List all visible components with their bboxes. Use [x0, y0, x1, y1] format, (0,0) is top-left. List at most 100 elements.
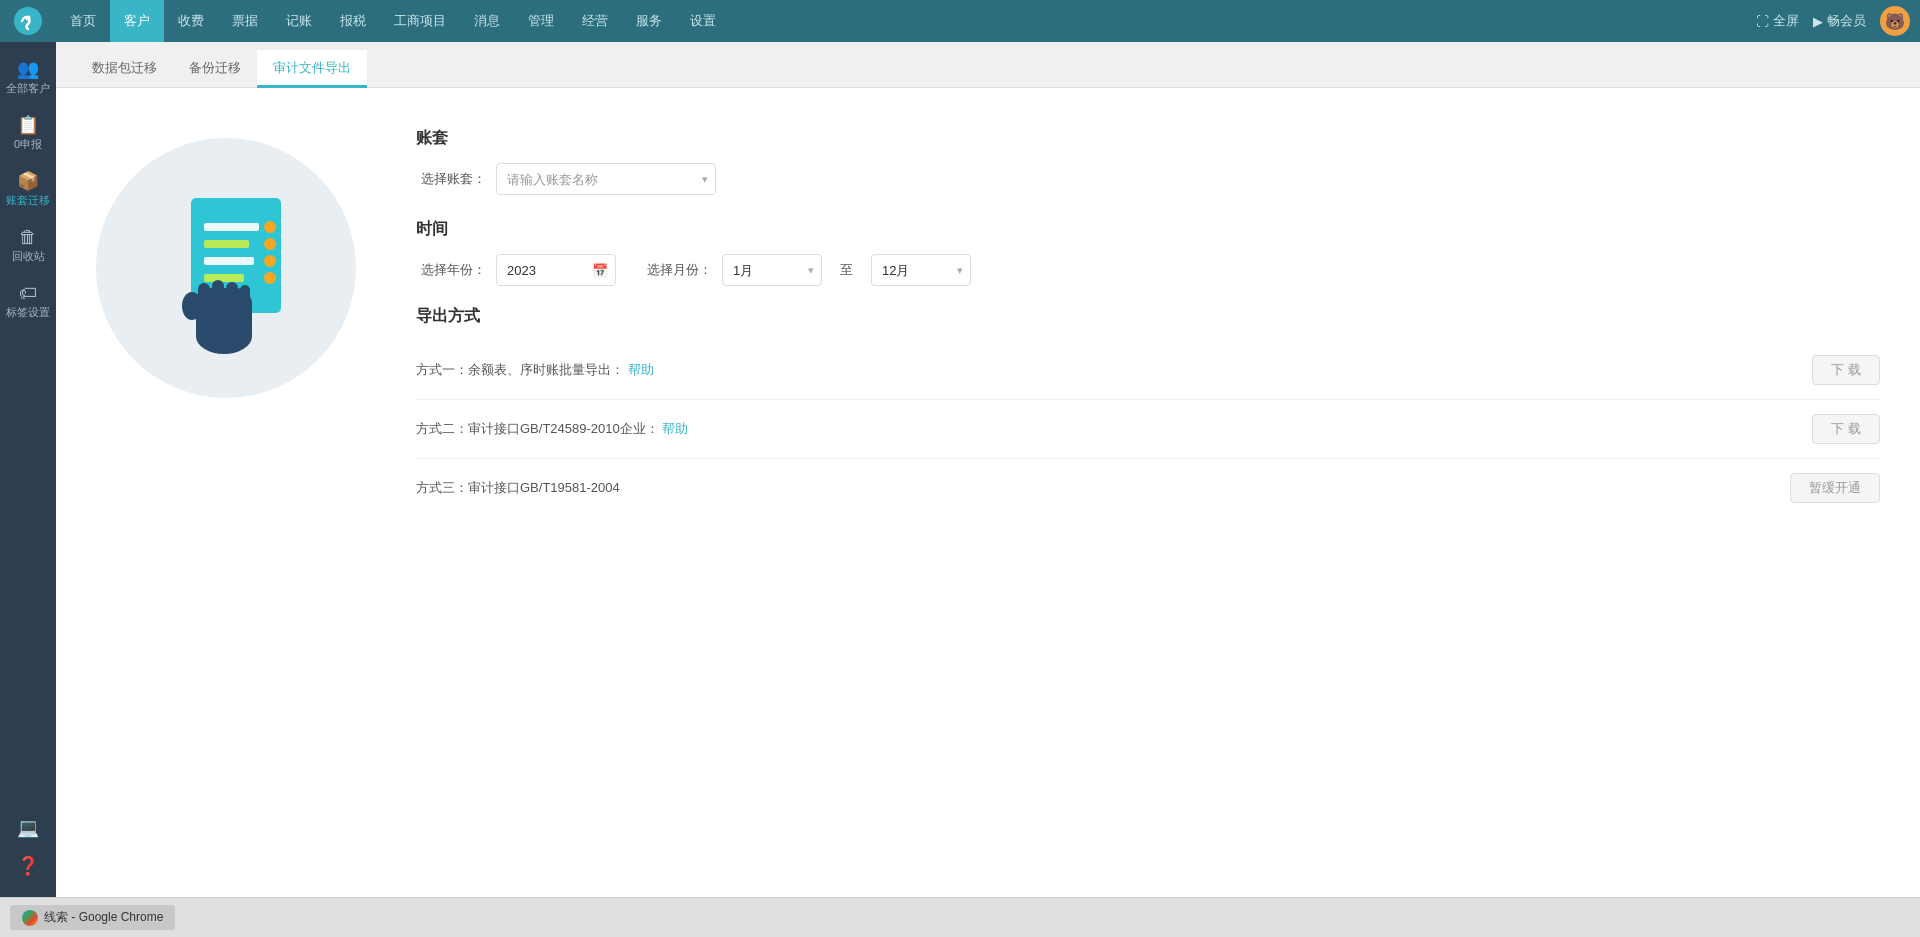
account-label: 选择账套：: [416, 170, 486, 188]
account-select-wrapper: 请输入账套名称 ▾: [496, 163, 716, 195]
nav-fee[interactable]: 收费: [164, 0, 218, 42]
sidebar-item-help[interactable]: ❓: [13, 847, 43, 885]
svg-rect-16: [226, 282, 238, 302]
export-section-title: 导出方式: [416, 306, 1880, 327]
top-navigation: 首页 客户 收费 票据 记账 报税 工商项目 消息 管理 经营 服务 设置 ⛶ …: [0, 0, 1920, 42]
nav-invoice[interactable]: 票据: [218, 0, 272, 42]
nav-settings[interactable]: 设置: [676, 0, 730, 42]
year-input[interactable]: [496, 254, 616, 286]
month-end-select[interactable]: 1月2月3月4月 5月6月7月8月 9月10月11月 12月: [871, 254, 971, 286]
time-row: 选择年份： 📅 选择月份： 1月2月3月4月 5月6月7月8月 9月10月11月…: [416, 254, 1880, 286]
audit-illustration: [136, 168, 316, 368]
tab-bar: 数据包迁移 备份迁移 审计文件导出: [56, 42, 1920, 88]
method-1-text: 方式一：余额表、序时账批量导出： 帮助: [416, 361, 654, 379]
method-2-help-link[interactable]: 帮助: [662, 421, 688, 436]
method-1-download-button[interactable]: 下 载: [1812, 355, 1880, 385]
nav-tax[interactable]: 报税: [326, 0, 380, 42]
sidebar-label-tags: 标签设置: [6, 305, 50, 320]
illustration-circle: [96, 138, 356, 398]
export-method-2: 方式二：审计接口GB/T24589-2010企业： 帮助 下 载: [416, 400, 1880, 459]
method-2-text: 方式二：审计接口GB/T24589-2010企业： 帮助: [416, 420, 688, 438]
svg-point-1: [26, 16, 31, 21]
account-select[interactable]: 请输入账套名称: [496, 163, 716, 195]
month-start-wrapper: 1月2月3月4月 5月6月7月8月 9月10月11月12月 ▾: [722, 254, 822, 286]
time-separator: 至: [840, 261, 853, 279]
content-area: 数据包迁移 备份迁移 审计文件导出: [56, 42, 1920, 897]
export-method-3: 方式三：审计接口GB/T19581-2004 暂缓开通: [416, 459, 1880, 517]
nav-operation[interactable]: 经营: [568, 0, 622, 42]
chrome-icon: [22, 910, 38, 926]
svg-rect-3: [204, 223, 259, 231]
svg-rect-15: [212, 280, 224, 302]
tab-data-migrate[interactable]: 数据包迁移: [76, 50, 173, 88]
account-row: 选择账套： 请输入账套名称 ▾: [416, 163, 1880, 195]
nav-home[interactable]: 首页: [56, 0, 110, 42]
migrate-icon: 📦: [17, 172, 39, 190]
svg-rect-6: [204, 274, 244, 282]
time-section-title: 时间: [416, 219, 1880, 240]
all-clients-icon: 👥: [17, 60, 39, 78]
sidebar-label-all-clients: 全部客户: [6, 81, 50, 96]
svg-point-9: [264, 255, 276, 267]
fullscreen-button[interactable]: ⛶ 全屏: [1756, 12, 1799, 30]
sidebar-item-desktop[interactable]: 💻: [13, 809, 43, 847]
method-3-text: 方式三：审计接口GB/T19581-2004: [416, 479, 620, 497]
avatar[interactable]: 🐻: [1880, 6, 1910, 36]
tab-audit-export[interactable]: 审计文件导出: [257, 50, 367, 88]
tags-icon: 🏷: [19, 284, 37, 302]
sidebar-item-tags[interactable]: 🏷 标签设置: [0, 274, 56, 330]
month-end-wrapper: 1月2月3月4月 5月6月7月8月 9月10月11月 12月 ▾: [871, 254, 971, 286]
tab-backup-migrate[interactable]: 备份迁移: [173, 50, 257, 88]
sidebar-item-zero-declare[interactable]: 📋 0申报: [0, 106, 56, 162]
nav-message[interactable]: 消息: [460, 0, 514, 42]
svg-rect-5: [204, 257, 254, 265]
nav-right: ⛶ 全屏 ▶ 畅会员 🐻: [1756, 6, 1910, 36]
svg-rect-4: [204, 240, 249, 248]
account-section-title: 账套: [416, 128, 1880, 149]
recycle-icon: 🗑: [19, 228, 37, 246]
main-layout: 👥 全部客户 📋 0申报 📦 账套迁移 🗑 回收站 🏷 标签设置 💻 ❓: [0, 42, 1920, 897]
svg-point-10: [264, 272, 276, 284]
page-content: 账套 选择账套： 请输入账套名称 ▾ 时间 选择年份：: [56, 88, 1920, 897]
help-icon: ❓: [17, 857, 39, 875]
taskbar-item-label: 线索 - Google Chrome: [44, 909, 163, 926]
app-logo[interactable]: [10, 3, 46, 39]
nav-manage[interactable]: 管理: [514, 0, 568, 42]
desktop-icon: 💻: [17, 819, 39, 837]
sidebar-label-migrate: 账套迁移: [6, 193, 50, 208]
svg-rect-17: [240, 285, 250, 303]
nav-client[interactable]: 客户: [110, 0, 164, 42]
month-start-select[interactable]: 1月2月3月4月 5月6月7月8月 9月10月11月12月: [722, 254, 822, 286]
nav-accounting[interactable]: 记账: [272, 0, 326, 42]
svg-point-0: [14, 7, 42, 35]
zero-declare-icon: 📋: [17, 116, 39, 134]
sidebar-label-zero-declare: 0申报: [14, 137, 42, 152]
svg-rect-14: [198, 283, 210, 305]
svg-point-8: [264, 238, 276, 250]
export-method-1: 方式一：余额表、序时账批量导出： 帮助 下 载: [416, 341, 1880, 400]
fullscreen-icon: ⛶: [1756, 14, 1769, 29]
form-area: 账套 选择账套： 请输入账套名称 ▾ 时间 选择年份：: [416, 118, 1880, 867]
sidebar-item-migrate[interactable]: 📦 账套迁移: [0, 162, 56, 218]
method-2-download-button[interactable]: 下 载: [1812, 414, 1880, 444]
year-input-wrapper: 📅: [496, 254, 616, 286]
nav-service[interactable]: 服务: [622, 0, 676, 42]
member-icon: ▶: [1813, 14, 1823, 29]
export-section: 导出方式 方式一：余额表、序时账批量导出： 帮助 下 载 方式二：审计接口GB/…: [416, 306, 1880, 517]
sidebar-label-recycle: 回收站: [12, 249, 45, 264]
sidebar-item-recycle[interactable]: 🗑 回收站: [0, 218, 56, 274]
illustration-area: [96, 118, 356, 867]
svg-point-7: [264, 221, 276, 233]
nav-items: 首页 客户 收费 票据 记账 报税 工商项目 消息 管理 经营 服务 设置: [56, 0, 1756, 42]
year-label: 选择年份：: [416, 261, 486, 279]
method-3-open-button[interactable]: 暂缓开通: [1790, 473, 1880, 503]
method-1-help-link[interactable]: 帮助: [628, 362, 654, 377]
member-button[interactable]: ▶ 畅会员: [1813, 12, 1866, 30]
taskbar-chrome-item[interactable]: 线索 - Google Chrome: [10, 905, 175, 930]
sidebar: 👥 全部客户 📋 0申报 📦 账套迁移 🗑 回收站 🏷 标签设置 💻 ❓: [0, 42, 56, 897]
month-label: 选择月份：: [642, 261, 712, 279]
nav-business[interactable]: 工商项目: [380, 0, 460, 42]
sidebar-item-all-clients[interactable]: 👥 全部客户: [0, 50, 56, 106]
sidebar-bottom: 💻 ❓: [13, 809, 43, 897]
taskbar: 线索 - Google Chrome: [0, 897, 1920, 937]
